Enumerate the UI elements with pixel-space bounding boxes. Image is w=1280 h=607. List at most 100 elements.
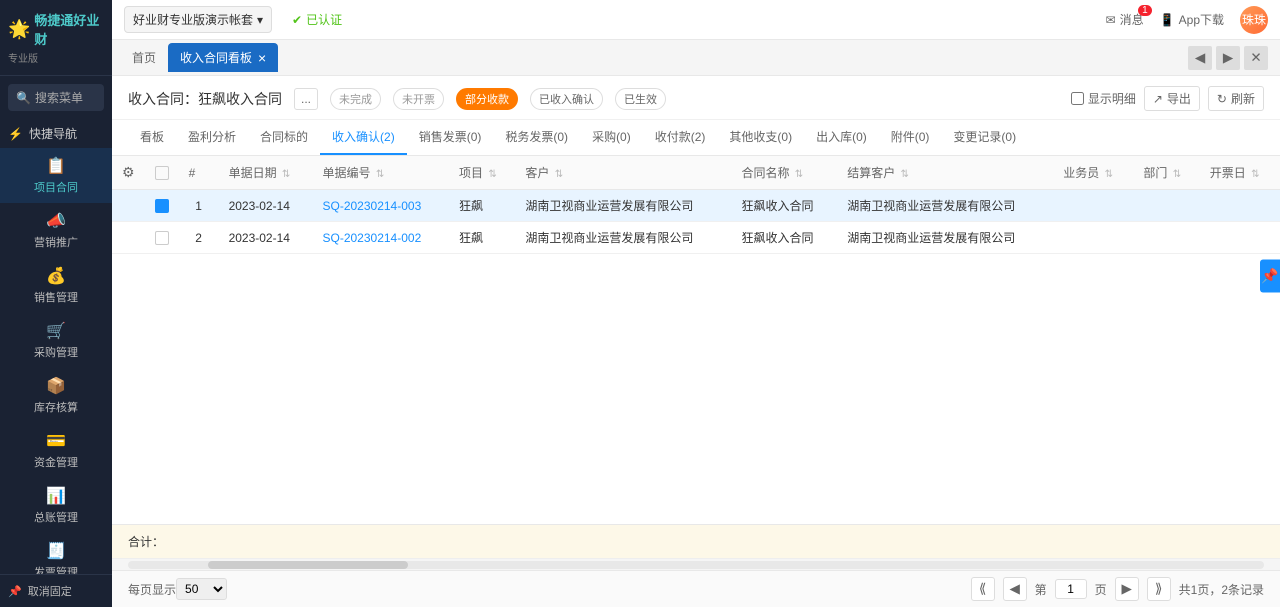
more-options-button[interactable]: ... [294,88,318,110]
refresh-button[interactable]: ↻ 刷新 [1208,86,1264,111]
tab-home[interactable]: 首页 [124,43,164,72]
row-1-checkbox[interactable] [145,190,179,222]
sidebar-bottom: 📌 取消固定 [0,574,112,607]
col-dept-header[interactable]: 部门 ⇅ [1133,156,1199,190]
col-checkbox-header [145,156,179,190]
col-number-header[interactable]: 单据编号 ⇅ [313,156,449,190]
col-billing-header[interactable]: 结算客户 ⇅ [837,156,1053,190]
marketing-icon: 📣 [46,211,66,231]
sort-icon: ⇅ [376,169,384,180]
user-avatar[interactable]: 珠珠 [1240,6,1268,34]
sidebar-item-inventory[interactable]: 📦 库存核算 [0,368,112,423]
status-uninvoiced[interactable]: 未开票 [393,88,444,110]
fix-cancel-button[interactable]: 📌 取消固定 [0,575,112,607]
tab-income-contract[interactable]: 收入合同看板 × [168,43,278,72]
row-checkbox[interactable] [155,231,169,245]
search-menu-button[interactable]: 🔍 搜索菜单 [8,84,104,111]
row-checkbox[interactable] [155,199,169,213]
sub-tabs: 看板 盈利分析 合同标的 收入确认(2) 销售发票(0) 税务发票(0) 采购(… [112,120,1280,156]
sub-tab-profit[interactable]: 盈利分析 [176,120,248,155]
row-1-dept [1133,190,1199,222]
sidebar-item-invoice[interactable]: 🧾 发票管理 [0,533,112,574]
last-page-button[interactable]: ⟫ [1147,577,1171,601]
row-1-index: 1 [179,190,219,222]
sort-icon: ⇅ [1173,169,1181,180]
message-icon: ✉ [1106,13,1116,27]
sub-tab-other-income[interactable]: 其他收支(0) [717,120,804,155]
tab-close-all-button[interactable]: ✕ [1244,46,1268,70]
col-contract-header[interactable]: 合同名称 ⇅ [731,156,837,190]
sub-tab-change-log[interactable]: 变更记录(0) [941,120,1028,155]
col-customer-header[interactable]: 客户 ⇅ [515,156,731,190]
current-page-input[interactable] [1055,579,1087,599]
row-2-date: 2023-02-14 [219,222,313,254]
show-detail-checkbox[interactable]: 显示明细 [1071,90,1136,107]
sidebar-item-marketing[interactable]: 📣 营销推广 [0,203,112,258]
sub-tab-payment[interactable]: 收付款(2) [643,120,718,155]
status-effective[interactable]: 已生效 [615,88,666,110]
sort-icon: ⇅ [795,169,803,180]
settings-icon[interactable]: ⚙ [122,164,135,180]
prev-page-button[interactable]: ◀ [1003,577,1027,601]
col-project-header[interactable]: 项目 ⇅ [449,156,515,190]
sort-icon: ⇅ [1251,169,1259,180]
refresh-icon: ↻ [1217,92,1227,106]
select-all-checkbox[interactable] [155,166,169,180]
sub-tab-dashboard[interactable]: 看板 [128,120,176,155]
topbar: 好业财专业版演示帐套 ▾ ✔ 已认证 ✉ 消息 1 📱 App下载 珠珠 [112,0,1280,40]
tab-close-icon[interactable]: × [258,50,266,66]
sidebar-item-purchase[interactable]: 🛒 采购管理 [0,313,112,368]
sort-icon: ⇅ [1105,169,1113,180]
first-page-button[interactable]: ⟪ [971,577,995,601]
quick-nav-icon: ⚡ [8,127,23,141]
export-button[interactable]: ↗ 导出 [1144,86,1200,111]
table-body: 1 2023-02-14 SQ-20230214-003 狂飙 湖南卫视商业运营… [112,190,1280,254]
tab-bar: 首页 收入合同看板 × ◀ ▶ ✕ [112,40,1280,76]
sub-tab-income-confirm[interactable]: 收入确认(2) [320,120,407,155]
row-1-number-link[interactable]: SQ-20230214-003 [323,199,422,213]
sub-tab-contract-standard[interactable]: 合同标的 [248,120,320,155]
quick-nav-button[interactable]: ⚡ 快捷导航 [0,119,112,148]
status-partial[interactable]: 部分收款 [456,88,518,110]
sub-tab-warehouse[interactable]: 出入库(0) [804,120,879,155]
row-1-number[interactable]: SQ-20230214-003 [313,190,449,222]
horizontal-scrollbar[interactable] [112,558,1280,570]
sidebar-item-sales[interactable]: 💰 销售管理 [0,258,112,313]
sidebar-item-general[interactable]: 📊 总账管理 [0,478,112,533]
tab-next-button[interactable]: ▶ [1216,46,1240,70]
status-incomplete[interactable]: 未完成 [330,88,381,110]
sidebar-logo: 🌟 畅捷通好业财 专业版 [0,0,112,76]
show-detail-input[interactable] [1071,92,1084,105]
scrollbar-track [128,561,1264,569]
row-2-index: 2 [179,222,219,254]
sub-tab-attachments[interactable]: 附件(0) [879,120,942,155]
sidebar-item-finance[interactable]: 💳 资金管理 [0,423,112,478]
col-salesperson-header[interactable]: 业务员 ⇅ [1053,156,1133,190]
row-2-checkbox[interactable] [145,222,179,254]
sub-tab-tax-invoice[interactable]: 税务发票(0) [493,120,580,155]
app-download-button[interactable]: 📱 App下载 [1160,11,1224,28]
row-2-number-link[interactable]: SQ-20230214-002 [323,231,422,245]
table-row[interactable]: 1 2023-02-14 SQ-20230214-003 狂飙 湖南卫视商业运营… [112,190,1280,222]
page-size-select[interactable]: 20 50 100 200 [176,578,227,600]
col-opendate-header[interactable]: 开票日 ⇅ [1200,156,1280,190]
tab-prev-button[interactable]: ◀ [1188,46,1212,70]
message-button[interactable]: ✉ 消息 1 [1106,11,1144,28]
sidebar-item-project[interactable]: 📋 项目合同 [0,148,112,203]
sidebar-nav-list: 📋 项目合同 📣 营销推广 💰 销售管理 🛒 采购管理 📦 库存核算 💳 资金管… [0,148,112,574]
company-selector[interactable]: 好业财专业版演示帐套 ▾ [124,6,272,33]
search-icon: 🔍 [16,91,31,105]
panel-pin-icon[interactable]: 📌 [1260,268,1280,285]
row-2-number[interactable]: SQ-20230214-002 [313,222,449,254]
sub-tab-sales-invoice[interactable]: 销售发票(0) [407,120,494,155]
purchase-icon: 🛒 [46,321,66,341]
scrollbar-thumb[interactable] [208,561,408,569]
table-row[interactable]: 2 2023-02-14 SQ-20230214-002 狂飙 湖南卫视商业运营… [112,222,1280,254]
row-2-billing: 湖南卫视商业运营发展有限公司 [837,222,1053,254]
col-settings: ⚙ [112,156,145,190]
sub-tab-purchase[interactable]: 采购(0) [580,120,643,155]
total-label: 合计： [128,535,164,549]
next-page-button[interactable]: ▶ [1115,577,1139,601]
col-date-header[interactable]: 单据日期 ⇅ [219,156,313,190]
status-confirmed[interactable]: 已收入确认 [530,88,603,110]
